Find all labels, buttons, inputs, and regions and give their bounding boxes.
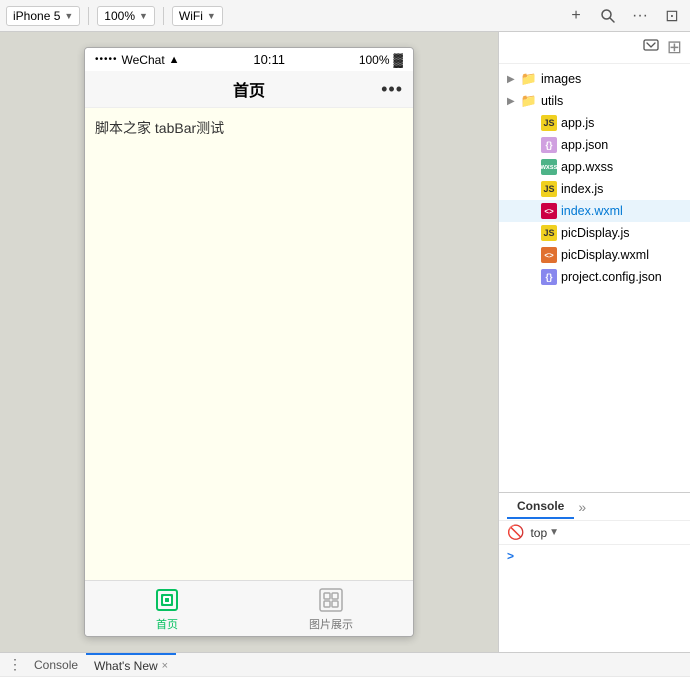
- device-label: iPhone 5: [13, 9, 60, 23]
- right-toolbar-icon-2[interactable]: ⊞: [667, 37, 682, 58]
- main-area: ••••• WeChat ▲ 10:11 100% ▓ 首页 ••• 脚本之家 …: [0, 32, 690, 652]
- tree-item-app-json[interactable]: {} app.json: [499, 134, 690, 156]
- status-time: 10:11: [253, 52, 285, 67]
- console-expand-icon[interactable]: »: [578, 499, 586, 515]
- tree-item-utils[interactable]: ▶ 📁 utils: [499, 90, 690, 112]
- phone-tab-bar: 首页 图片展示: [85, 580, 413, 636]
- tree-item-picdisplay-js[interactable]: JS picDisplay.js: [499, 222, 690, 244]
- folder-icon: 📁: [521, 93, 537, 109]
- nav-more-button[interactable]: •••: [381, 79, 403, 100]
- nav-title: 首页: [233, 77, 265, 101]
- zoom-selector[interactable]: 100% ▼: [97, 6, 155, 26]
- wxss-icon: wxss: [541, 159, 557, 175]
- tree-item-index-js[interactable]: JS index.js: [499, 178, 690, 200]
- bottom-bar: ⋮ Console What's New ×: [0, 652, 690, 676]
- phone-panel: ••••• WeChat ▲ 10:11 100% ▓ 首页 ••• 脚本之家 …: [0, 32, 498, 652]
- toolbar-right: + ··· ⊡: [564, 4, 684, 28]
- add-button[interactable]: +: [564, 4, 588, 28]
- chevron-icon: ▶: [507, 74, 517, 85]
- phone-status-bar: ••••• WeChat ▲ 10:11 100% ▓: [85, 48, 413, 71]
- console-prompt[interactable]: >: [507, 549, 514, 563]
- phone-content: 脚本之家 tabBar测试: [85, 108, 413, 580]
- js-icon: JS: [541, 225, 557, 241]
- filter-level-label: top: [530, 526, 547, 540]
- tree-filename: utils: [541, 94, 682, 108]
- toolbar-divider-1: [88, 7, 89, 25]
- right-toolbar: ⊞: [499, 32, 690, 64]
- battery-icon: ▓: [394, 52, 403, 67]
- network-selector[interactable]: WiFi ▼: [172, 6, 223, 26]
- tree-filename: picDisplay.wxml: [561, 248, 682, 262]
- bottom-dots-icon[interactable]: ⋮: [8, 656, 22, 673]
- js-icon: JS: [541, 115, 557, 131]
- close-whats-new-icon[interactable]: ×: [162, 660, 168, 672]
- tree-filename: app.wxss: [561, 160, 682, 174]
- search-button[interactable]: [596, 4, 620, 28]
- tree-filename: images: [541, 72, 682, 86]
- network-chevron-icon: ▼: [207, 11, 216, 21]
- more-button[interactable]: ···: [628, 4, 652, 28]
- file-tree: ▶ 📁 images ▶ 📁 utils JS app.js {: [499, 64, 690, 492]
- filter-block-icon: 🚫: [507, 524, 524, 541]
- bottom-tab-console[interactable]: Console: [26, 653, 86, 677]
- expand-button[interactable]: ⊡: [660, 4, 684, 28]
- tree-item-app-wxss[interactable]: wxss app.wxss: [499, 156, 690, 178]
- content-text: 脚本之家 tabBar测试: [95, 120, 224, 136]
- wxml-icon: <>: [541, 203, 557, 219]
- bottom-tab-whats-new[interactable]: What's New ×: [86, 653, 176, 677]
- whats-new-label: What's New: [94, 659, 158, 673]
- tab-pictures[interactable]: 图片展示: [249, 581, 413, 636]
- console-filter-bar: 🚫 top ▼: [499, 521, 690, 545]
- app-name: WeChat: [122, 53, 165, 67]
- tab-pictures-label: 图片展示: [309, 616, 353, 632]
- tree-item-picdisplay-wxml[interactable]: <> picDisplay.wxml: [499, 244, 690, 266]
- tree-filename: app.json: [561, 138, 682, 152]
- right-panel: ⊞ ▶ 📁 images ▶ 📁 utils JS app.js: [498, 32, 690, 652]
- device-selector[interactable]: iPhone 5 ▼: [6, 6, 80, 26]
- phone-nav-bar: 首页 •••: [85, 71, 413, 108]
- tab-home[interactable]: 首页: [85, 581, 249, 636]
- tree-filename: app.js: [561, 116, 682, 130]
- tree-filename: index.js: [561, 182, 682, 196]
- filter-level-select[interactable]: top ▼: [530, 526, 559, 540]
- tree-item-project-json[interactable]: {} project.config.json: [499, 266, 690, 288]
- wxml2-icon: <>: [541, 247, 557, 263]
- device-chevron-icon: ▼: [64, 11, 73, 21]
- console-tabs: Console »: [499, 493, 690, 521]
- status-right: 100% ▓: [359, 52, 403, 67]
- js-icon: JS: [541, 181, 557, 197]
- console-panel: Console » 🚫 top ▼ >: [499, 492, 690, 652]
- folder-icon: 📁: [521, 71, 537, 87]
- filter-dropdown-icon: ▼: [549, 527, 559, 538]
- tree-filename: picDisplay.js: [561, 226, 682, 240]
- toolbar-divider-2: [163, 7, 164, 25]
- json-icon: {}: [541, 137, 557, 153]
- top-toolbar: iPhone 5 ▼ 100% ▼ WiFi ▼ + ··· ⊡: [0, 0, 690, 32]
- tree-filename: index.wxml: [561, 204, 682, 218]
- network-label: WiFi: [179, 9, 203, 23]
- console-tab-console[interactable]: Console: [507, 495, 574, 519]
- phone-frame: ••••• WeChat ▲ 10:11 100% ▓ 首页 ••• 脚本之家 …: [84, 47, 414, 637]
- tab-home-icon: [153, 586, 181, 614]
- wifi-icon: ▲: [169, 54, 180, 66]
- json2-icon: {}: [541, 269, 557, 285]
- zoom-chevron-icon: ▼: [139, 11, 148, 21]
- tab-home-label: 首页: [156, 616, 178, 632]
- tab-pictures-icon: [317, 586, 345, 614]
- zoom-label: 100%: [104, 9, 135, 23]
- battery-pct: 100%: [359, 53, 390, 67]
- tree-filename: project.config.json: [561, 270, 682, 284]
- tree-item-app-js[interactable]: JS app.js: [499, 112, 690, 134]
- chevron-icon: ▶: [507, 96, 517, 107]
- signal-dots: •••••: [95, 54, 118, 65]
- status-left: ••••• WeChat ▲: [95, 53, 180, 67]
- right-toolbar-icon-1[interactable]: [643, 37, 659, 58]
- tree-item-images[interactable]: ▶ 📁 images: [499, 68, 690, 90]
- tree-item-index-wxml[interactable]: <> index.wxml: [499, 200, 690, 222]
- console-content: >: [499, 545, 690, 652]
